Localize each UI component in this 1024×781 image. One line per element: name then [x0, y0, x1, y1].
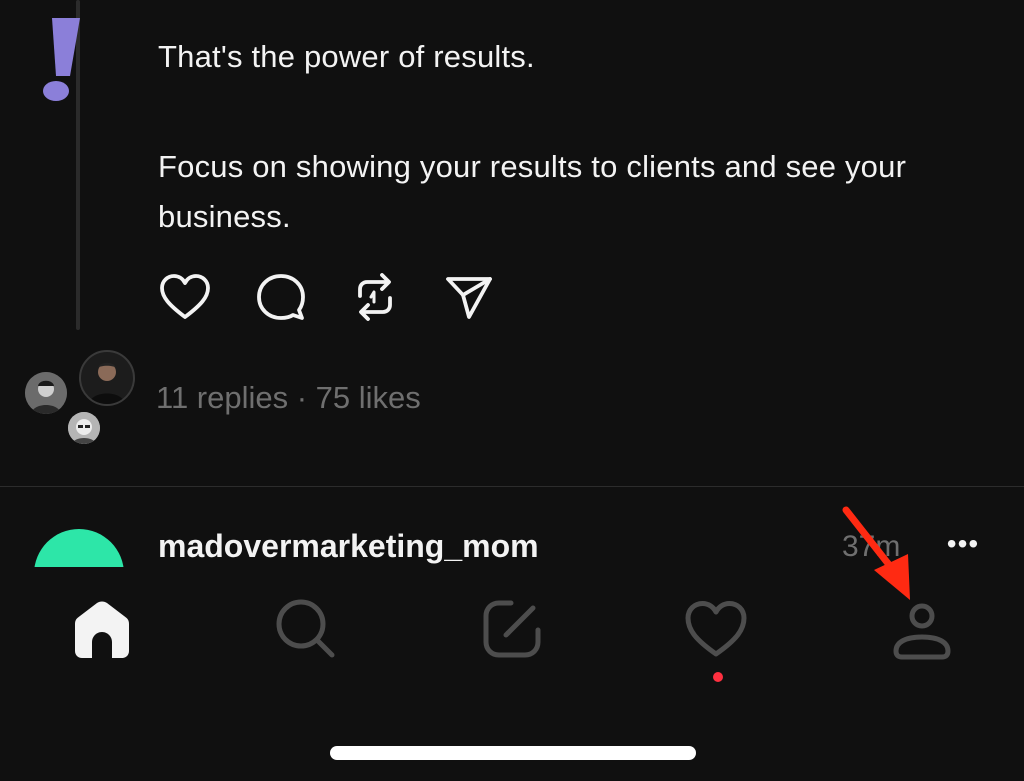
- profile-icon: [893, 603, 951, 660]
- heart-icon: [160, 274, 210, 319]
- threads-feed-screen: That's the power of results. Focus on sh…: [0, 0, 1024, 781]
- activity-notification-dot: [713, 672, 723, 682]
- person-photo-icon: [68, 412, 100, 444]
- repost-button[interactable]: [348, 270, 402, 324]
- tab-compose[interactable]: [472, 589, 552, 669]
- tab-activity[interactable]: [676, 589, 756, 669]
- reply-avatars: [0, 340, 150, 450]
- search-icon: [276, 599, 335, 658]
- tab-profile[interactable]: [882, 589, 962, 669]
- reply-button[interactable]: [254, 270, 308, 324]
- repost-icon: [358, 273, 392, 321]
- avatar[interactable]: [79, 350, 135, 406]
- compose-icon: [483, 600, 541, 658]
- home-icon: [75, 601, 129, 658]
- share-icon: [446, 277, 492, 319]
- username[interactable]: madovermarketing_mom: [158, 525, 539, 567]
- home-indicator[interactable]: [330, 746, 696, 760]
- post-text-line-1: That's the power of results.: [158, 39, 535, 74]
- person-photo-icon: [89, 362, 125, 404]
- tab-search[interactable]: [266, 589, 346, 669]
- comment-icon: [257, 274, 305, 320]
- avatar[interactable]: [68, 412, 100, 444]
- next-post-header: madovermarketing_mom 37m •••: [0, 487, 1024, 567]
- avatar[interactable]: [34, 529, 124, 567]
- share-button[interactable]: [442, 270, 496, 324]
- avatar[interactable]: [25, 372, 67, 414]
- more-options-button[interactable]: •••: [940, 529, 986, 559]
- heart-icon: [685, 601, 747, 657]
- post-timestamp: 37m: [842, 530, 901, 563]
- person-photo-icon: [25, 372, 67, 414]
- bottom-tab-bar: [0, 575, 1024, 685]
- post-text-line-2: Focus on showing your results to clients…: [158, 149, 907, 234]
- like-button[interactable]: [158, 270, 212, 324]
- tab-home[interactable]: [62, 589, 142, 669]
- replies-likes-count[interactable]: 11 replies · 75 likes: [156, 378, 421, 418]
- exclamation-logo-icon: [43, 18, 80, 101]
